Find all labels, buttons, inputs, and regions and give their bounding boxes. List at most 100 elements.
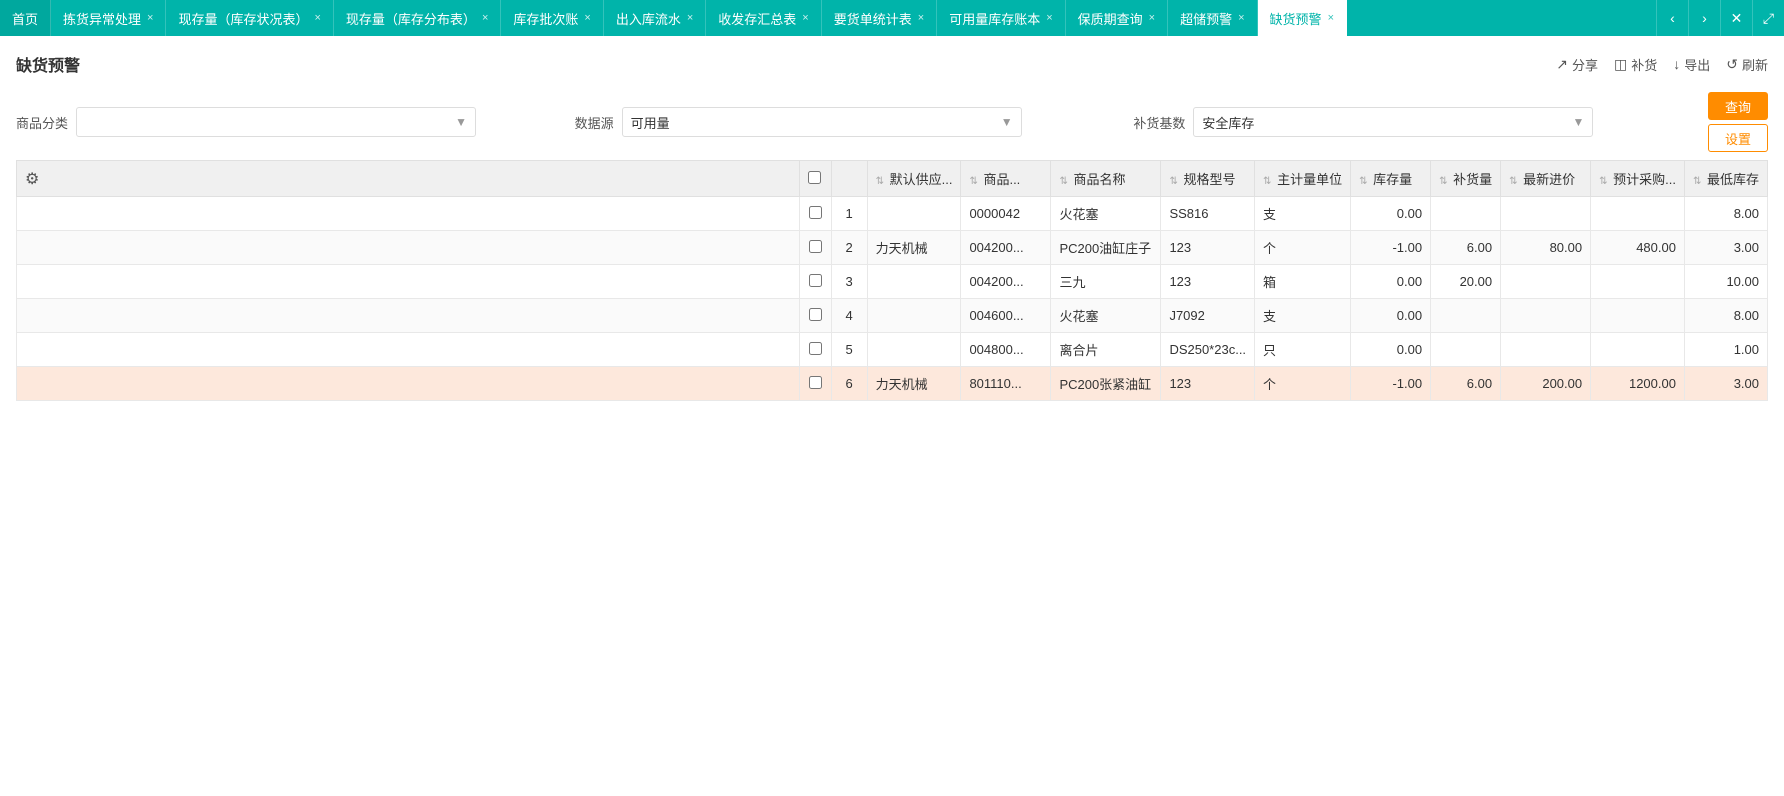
row-goods-name: 火花塞 (1051, 299, 1161, 333)
row-unit: 只 (1255, 333, 1351, 367)
nav-tab-label: 保质期查询 (1078, 9, 1143, 28)
spec-column-header[interactable]: ⇅ 规格型号 (1161, 161, 1255, 197)
nav-maximize-button[interactable]: ⤢ (1752, 0, 1784, 36)
nav-tab-expiry-query[interactable]: 保质期查询 × (1066, 0, 1168, 36)
close-icon[interactable]: × (687, 12, 693, 24)
data-source-select[interactable]: 可用量 ▼ (622, 107, 1022, 137)
gear-icon[interactable]: ⚙ (25, 171, 39, 188)
share-icon: ↗ (1556, 56, 1568, 73)
nav-prev-button[interactable]: ‹ (1656, 0, 1688, 36)
nav-next-button[interactable]: › (1688, 0, 1720, 36)
sort-icon: ⇅ (1509, 176, 1517, 187)
page-title: 缺货预警 (16, 52, 1556, 76)
nav-tab-home[interactable]: 首页 (0, 0, 51, 36)
close-icon[interactable]: × (314, 12, 320, 24)
query-button[interactable]: 查询 (1708, 92, 1768, 120)
share-button[interactable]: ↗ 分享 (1556, 55, 1598, 74)
nav-tab-inventory-batch[interactable]: 库存批次账 × (501, 0, 603, 36)
sort-icon: ⇅ (969, 176, 977, 187)
row-checkbox[interactable] (809, 342, 822, 355)
close-icon[interactable]: × (147, 12, 153, 24)
row-checkbox[interactable] (809, 240, 822, 253)
settings-button[interactable]: 设置 (1708, 124, 1768, 152)
row-min-stock: 8.00 (1684, 299, 1767, 333)
price-column-header[interactable]: ⇅ 最新进价 (1501, 161, 1591, 197)
nav-tab-available-book[interactable]: 可用量库存账本 × (937, 0, 1065, 36)
est-purchase-column-header[interactable]: ⇅ 预计采购... (1591, 161, 1685, 197)
table-row: 5 004800... 离合片 DS250*23c... 只 0.00 1.00 (17, 333, 1768, 367)
nav-tab-inventory-status[interactable]: 现存量（库存状况表） × (166, 0, 333, 36)
row-goods-code: 004200... (961, 265, 1051, 299)
row-checkbox[interactable] (809, 308, 822, 321)
shortage-warning-table: ⚙ ⇅ 默认供应... ⇅ 商品... ⇅ 商品名称 (16, 160, 1768, 401)
close-icon[interactable]: × (802, 12, 808, 24)
nav-tab-label: 缺货预警 (1270, 9, 1322, 28)
nav-tab-inventory-dist[interactable]: 现存量（库存分布表） × (334, 0, 501, 36)
close-icon[interactable]: × (584, 12, 590, 24)
close-icon[interactable]: × (1328, 12, 1334, 24)
export-button[interactable]: ↓ 导出 (1673, 55, 1710, 74)
goods-category-select[interactable]: ▼ (76, 107, 476, 137)
row-checkbox-cell[interactable] (799, 299, 831, 333)
nav-tab-io-flow[interactable]: 出入库流水 × (604, 0, 706, 36)
settings-column-header[interactable]: ⚙ (17, 161, 800, 197)
row-unit: 个 (1255, 367, 1351, 401)
row-checkbox-cell[interactable] (799, 197, 831, 231)
goods-category-label: 商品分类 (16, 113, 68, 132)
nav-tab-order-stats[interactable]: 要货单统计表 × (822, 0, 937, 36)
table-header-row: ⚙ ⇅ 默认供应... ⇅ 商品... ⇅ 商品名称 (17, 161, 1768, 197)
row-replenish (1431, 197, 1501, 231)
replenish-column-header[interactable]: ⇅ 补货量 (1431, 161, 1501, 197)
row-est-purchase: 1200.00 (1591, 367, 1685, 401)
goods-name-column-header[interactable]: ⇅ 商品名称 (1051, 161, 1161, 197)
replenish-base-select[interactable]: 安全库存 ▼ (1193, 107, 1593, 137)
table-row: 1 0000042 火花塞 SS816 支 0.00 8.00 (17, 197, 1768, 231)
nav-tab-label: 拣货异常处理 (63, 9, 141, 28)
sort-icon: ⇅ (1439, 176, 1447, 187)
stock-column-header[interactable]: ⇅ 库存量 (1351, 161, 1431, 197)
table-row: 6 力天机械 801110... PC200张紧油缸 123 个 -1.00 6… (17, 367, 1768, 401)
close-icon[interactable]: × (1046, 12, 1052, 24)
close-icon[interactable]: × (1238, 12, 1244, 24)
replenish-base-label: 补货基数 (1133, 113, 1185, 132)
refresh-button[interactable]: ↺ 刷新 (1726, 55, 1768, 74)
supplier-column-header[interactable]: ⇅ 默认供应... (867, 161, 961, 197)
close-icon[interactable]: × (482, 12, 488, 24)
select-all-checkbox[interactable] (808, 171, 821, 184)
unit-column-header[interactable]: ⇅ 主计量单位 (1255, 161, 1351, 197)
nav-tab-io-summary[interactable]: 收发存汇总表 × (706, 0, 821, 36)
nav-close-button[interactable]: ✕ (1720, 0, 1752, 36)
min-stock-column-header[interactable]: ⇅ 最低库存 (1684, 161, 1767, 197)
nav-tab-picking-exception[interactable]: 拣货异常处理 × (51, 0, 166, 36)
row-spec: SS816 (1161, 197, 1255, 231)
row-checkbox-cell[interactable] (799, 265, 831, 299)
nav-tab-home-label: 首页 (12, 9, 38, 28)
row-spec: 123 (1161, 265, 1255, 299)
nav-tab-overstock-warning[interactable]: 超储预警 × (1168, 0, 1257, 36)
replenish-button[interactable]: ◫ 补货 (1614, 55, 1657, 74)
row-checkbox[interactable] (809, 206, 822, 219)
chevron-down-icon: ▼ (1572, 115, 1584, 129)
row-checkbox-cell[interactable] (799, 333, 831, 367)
row-checkbox-cell[interactable] (799, 231, 831, 265)
sort-icon: ⇅ (1263, 176, 1271, 187)
row-settings-cell (17, 333, 800, 367)
nav-tab-label: 现存量（库存状况表） (178, 9, 308, 28)
row-goods-name: 离合片 (1051, 333, 1161, 367)
row-checkbox[interactable] (809, 376, 822, 389)
row-est-purchase (1591, 333, 1685, 367)
row-index: 6 (831, 367, 867, 401)
goods-code-column-header[interactable]: ⇅ 商品... (961, 161, 1051, 197)
row-settings-cell (17, 299, 800, 333)
checkbox-column-header[interactable] (799, 161, 831, 197)
close-icon[interactable]: × (1149, 12, 1155, 24)
nav-tab-shortage-warning[interactable]: 缺货预警 × (1258, 0, 1347, 36)
nav-tab-label: 可用量库存账本 (949, 9, 1040, 28)
row-goods-code: 0000042 (961, 197, 1051, 231)
row-settings-cell (17, 265, 800, 299)
close-icon[interactable]: × (918, 12, 924, 24)
row-supplier (867, 333, 961, 367)
row-checkbox[interactable] (809, 274, 822, 287)
row-checkbox-cell[interactable] (799, 367, 831, 401)
goods-category-filter: 商品分类 ▼ (16, 107, 575, 137)
